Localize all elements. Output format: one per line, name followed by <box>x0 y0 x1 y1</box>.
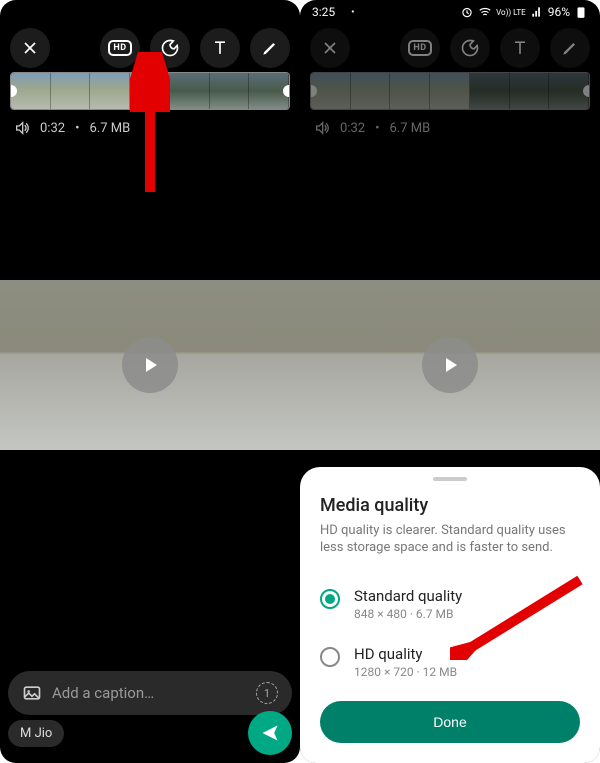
sticker-icon <box>160 38 180 58</box>
option-label: Standard quality <box>354 587 462 605</box>
text-icon <box>510 38 530 58</box>
sticker-icon <box>460 38 480 58</box>
play-icon <box>138 353 162 377</box>
video-duration: 0:32 <box>340 121 365 136</box>
signal-icon <box>530 5 544 19</box>
option-meta: 848 × 480 · 6.7 MB <box>354 607 462 621</box>
send-button[interactable] <box>248 711 292 755</box>
option-meta: 1280 × 720 · 12 MB <box>354 665 457 679</box>
pencil-icon <box>260 38 280 58</box>
video-info: 0:32 • 6.7 MB <box>300 116 600 140</box>
recipient-row: M Jio <box>8 711 292 755</box>
option-hd-quality[interactable]: HD quality 1280 × 720 · 12 MB <box>320 633 580 691</box>
screenshot-left: HD 0:32 • 6.7 MB Add a caption… 1 <box>0 0 300 763</box>
close-icon <box>320 38 340 58</box>
trim-handle-end[interactable] <box>283 85 290 97</box>
trim-handle-end[interactable] <box>583 85 590 97</box>
status-time: 3:25 <box>312 5 335 19</box>
text-button[interactable] <box>500 28 540 68</box>
hd-button[interactable]: HD <box>100 28 140 68</box>
sticker-button[interactable] <box>450 28 490 68</box>
video-duration: 0:32 <box>40 121 65 136</box>
option-standard-quality[interactable]: Standard quality 848 × 480 · 6.7 MB <box>320 575 580 633</box>
close-button[interactable] <box>10 28 50 68</box>
send-icon <box>260 723 280 743</box>
draw-button[interactable] <box>250 28 290 68</box>
sheet-subtitle: HD quality is clearer. Standard quality … <box>320 522 580 557</box>
sheet-title: Media quality <box>320 495 580 516</box>
status-bar: 3:25 • Vo)) LTE 96% <box>300 0 600 24</box>
video-size: 6.7 MB <box>89 121 130 136</box>
editor-toolbar: HD <box>0 24 300 72</box>
video-size: 6.7 MB <box>389 121 430 136</box>
media-quality-sheet: Media quality HD quality is clearer. Sta… <box>300 467 600 763</box>
alarm-icon <box>460 5 474 19</box>
close-icon <box>20 38 40 58</box>
video-preview[interactable] <box>300 280 600 450</box>
battery-icon <box>574 5 588 19</box>
video-info: 0:32 • 6.7 MB <box>0 116 300 140</box>
hd-icon: HD <box>408 40 431 56</box>
done-button[interactable]: Done <box>320 701 580 743</box>
text-icon <box>210 38 230 58</box>
caption-input[interactable]: Add a caption… 1 <box>8 671 292 715</box>
hd-button[interactable]: HD <box>400 28 440 68</box>
draw-button[interactable] <box>550 28 590 68</box>
volume-icon[interactable] <box>14 120 30 136</box>
text-button[interactable] <box>200 28 240 68</box>
play-button[interactable] <box>422 337 478 393</box>
caption-bar: Add a caption… 1 <box>8 671 292 715</box>
video-preview[interactable] <box>0 280 300 450</box>
view-once-icon[interactable]: 1 <box>256 682 278 704</box>
option-label: HD quality <box>354 645 457 663</box>
gallery-icon[interactable] <box>22 683 42 703</box>
pencil-icon <box>560 38 580 58</box>
caption-placeholder: Add a caption… <box>52 684 154 702</box>
hd-icon: HD <box>108 40 131 56</box>
radio-icon <box>320 647 340 667</box>
wifi-icon <box>478 5 492 19</box>
battery-text: 96% <box>548 5 570 19</box>
sticker-button[interactable] <box>150 28 190 68</box>
play-icon <box>438 353 462 377</box>
sheet-grabber[interactable] <box>433 477 467 481</box>
screenshot-right: 3:25 • Vo)) LTE 96% HD <box>300 0 600 763</box>
radio-icon <box>320 589 340 609</box>
editor-toolbar: HD <box>300 24 600 72</box>
status-bar <box>0 0 300 24</box>
recipient-chip[interactable]: M Jio <box>8 720 64 747</box>
play-button[interactable] <box>122 337 178 393</box>
video-trim-timeline[interactable] <box>10 72 290 110</box>
video-trim-timeline[interactable] <box>310 72 590 110</box>
volume-icon[interactable] <box>314 120 330 136</box>
close-button[interactable] <box>310 28 350 68</box>
